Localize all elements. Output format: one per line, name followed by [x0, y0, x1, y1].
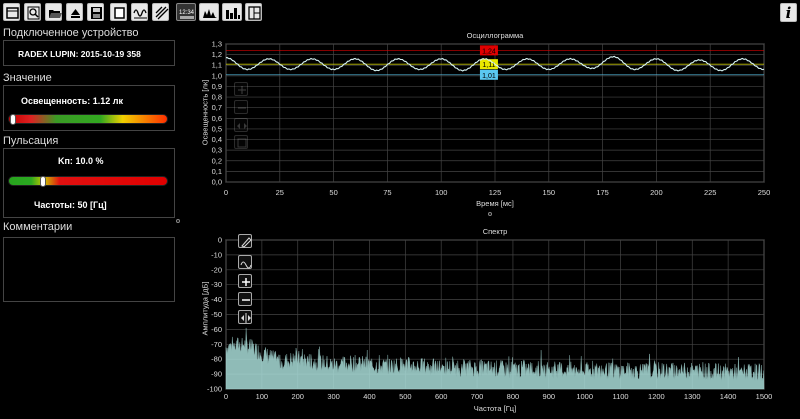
- spectrum-zoom-in-icon[interactable]: [238, 274, 252, 288]
- oscillogram-xtick: 50: [329, 188, 337, 197]
- oscillogram-ytick: 0,7: [212, 103, 222, 112]
- oscillogram-ytick: 0,3: [212, 146, 222, 155]
- oscillogram-xtick: 225: [704, 188, 717, 197]
- oscillogram-xtick: 25: [276, 188, 284, 197]
- spectrum-xlabel: Частота [Гц]: [473, 404, 517, 413]
- oscillogram-zoom-in-icon[interactable]: [234, 82, 248, 96]
- oscillogram-ytick: 0,0: [212, 178, 222, 187]
- oscillogram-min-label: 1,01: [482, 73, 496, 80]
- oscillogram-ytick: 1,0: [212, 71, 222, 80]
- oscillogram-zoom-out-icon[interactable]: [234, 100, 248, 114]
- oscillogram-max-label: 1,24: [482, 48, 496, 55]
- oscillogram-fit-icon[interactable]: [234, 118, 248, 132]
- oscillogram-ytick: 0,9: [212, 82, 222, 91]
- spectrum-zoom-out-icon[interactable]: [238, 292, 252, 306]
- oscillogram-ytick: 0,6: [212, 114, 222, 123]
- oscillogram-xtick: 150: [543, 188, 556, 197]
- oscillogram-xtick: 75: [383, 188, 391, 197]
- oscillogram-ylabel: Освещенность [лк]: [200, 79, 210, 146]
- oscillogram-chart[interactable]: 1,31,2 1,11,0 0,9 0,80,7 0,60,5 0,4 0,30,2 0,1 0…: [0, 0, 800, 419]
- oscillogram-ytick: 1,3: [212, 40, 222, 49]
- oscillogram-xtick: 125: [489, 188, 502, 197]
- oscillogram-reset-icon[interactable]: [234, 135, 248, 149]
- oscillogram-ytick: 0,1: [212, 167, 222, 176]
- chart-splitter-handle[interactable]: [488, 212, 492, 216]
- spectrum-title: Спектр: [482, 227, 508, 236]
- spectrum-fit-icon[interactable]: [238, 310, 252, 324]
- oscillogram-xtick: 250: [758, 188, 771, 197]
- oscillogram-ytick: 0,8: [212, 93, 222, 102]
- spectrum-edit-icon[interactable]: [238, 234, 252, 248]
- spectrum-ylabel: Амплитуда [дБ]: [200, 281, 210, 336]
- oscillogram-xtick: 100: [435, 188, 448, 197]
- oscillogram-ytick: 1,1: [212, 61, 222, 70]
- oscillogram-ytick: 1,2: [212, 50, 222, 59]
- oscillogram-xtick: 175: [596, 188, 609, 197]
- oscillogram-ytick: 0,2: [212, 156, 222, 165]
- spectrum-autoscale-icon[interactable]: [238, 255, 252, 269]
- oscillogram-xtick: 200: [650, 188, 663, 197]
- oscillogram-ytick: 0,4: [212, 135, 222, 144]
- oscillogram-xlabel: Время [мс]: [476, 199, 514, 208]
- oscillogram-ytick: 0,5: [212, 124, 222, 133]
- oscillogram-xtick: 0: [224, 188, 228, 197]
